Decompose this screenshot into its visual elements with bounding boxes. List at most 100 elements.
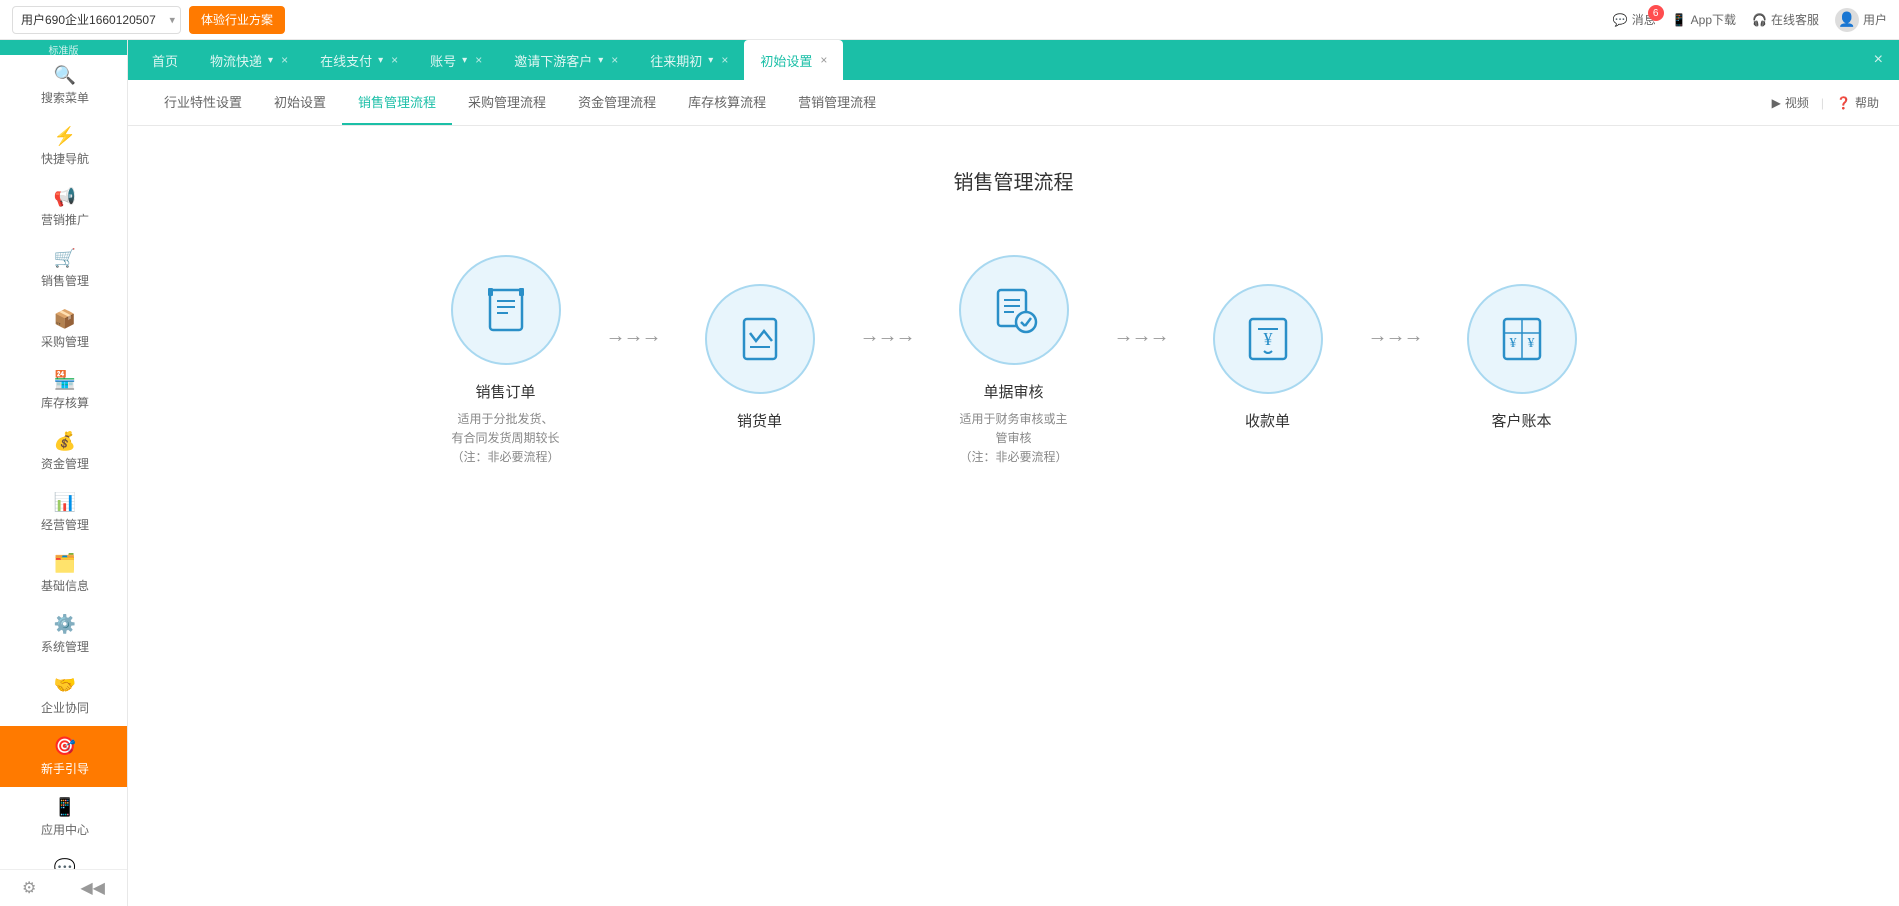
sidebar-item-stock[interactable]: 🏪库存核算 xyxy=(0,360,127,421)
svg-text:¥: ¥ xyxy=(1527,336,1534,351)
flow-steps: 销售订单 适用于分批发货、有合同发货周期较长（注：非必要流程） →→→ 销货单 … xyxy=(148,255,1879,468)
nav-tab-invite[interactable]: 邀请下游客户▾× xyxy=(498,40,634,80)
nav-tab-initial[interactable]: 初始设置 × xyxy=(744,40,843,80)
step-desc-audit: 适用于财务审核或主管审核（注：非必要流程） xyxy=(959,410,1067,468)
video-button[interactable]: ▶ 视频 xyxy=(1772,94,1809,111)
system-icon: ⚙️ xyxy=(54,614,76,635)
user-label: 用户 xyxy=(1863,11,1887,28)
cooperation-icon: 🤝 xyxy=(54,675,76,696)
sales-icon: 🛒 xyxy=(54,248,76,269)
message-icon: 💬 xyxy=(1613,13,1628,27)
sidebar-item-purchase[interactable]: 📦采购管理 xyxy=(0,299,127,360)
nav-tab-account[interactable]: 账号▾× xyxy=(414,40,498,80)
sidebar-label-quicknav: 快捷导航 xyxy=(41,150,89,167)
tab-close-invite[interactable]: × xyxy=(611,53,618,67)
nav-tab-period[interactable]: 往来期初▾× xyxy=(634,40,744,80)
sidebar-item-search[interactable]: 🔍搜索菜单 xyxy=(0,55,127,116)
sub-tab-industry[interactable]: 行业特性设置 xyxy=(148,80,258,125)
sidebar-item-cooperation[interactable]: 🤝 企业协同 xyxy=(0,665,127,726)
sub-tabs: 行业特性设置 初始设置 销售管理流程采购管理流程 资金管理流程 库存核算流程 营销管理流程… xyxy=(128,80,1899,126)
tab-arrow-payment: ▾ xyxy=(378,55,383,66)
sub-tab-initial[interactable]: 初始设置 xyxy=(258,80,342,125)
tab-arrow-logistics: ▾ xyxy=(268,55,273,66)
nav-tab-label-payment: 在线支付 xyxy=(320,51,372,70)
nav-tab-logistics[interactable]: 物流快递 ▾ × xyxy=(194,40,304,80)
help-button[interactable]: ❓ 帮助 xyxy=(1836,94,1879,111)
sidebar-label-appcenter: 应用中心 xyxy=(41,821,89,838)
close-all-button[interactable]: × xyxy=(1866,51,1891,69)
step-name-audit: 单据审核 xyxy=(983,381,1043,402)
sidebar-item-basicinfo[interactable]: 🗂️基础信息 xyxy=(0,543,127,604)
nav-tab-label-home: 首页 xyxy=(152,51,178,70)
step-name-sales-order: 销售订单 xyxy=(475,381,535,402)
sub-tab-label-finance-flow: 资金管理流程 xyxy=(578,95,656,110)
tab-close-logistics[interactable]: × xyxy=(281,53,288,67)
sub-tab-finance-flow[interactable]: 资金管理流程 xyxy=(562,80,672,125)
sub-tab-marketing-flow[interactable]: 营销管理流程 xyxy=(782,80,892,125)
nav-tab-payment[interactable]: 在线支付 ▾ × xyxy=(304,40,414,80)
tab-arrow-account: ▾ xyxy=(462,55,467,66)
step-circle-sales-order xyxy=(451,255,561,365)
flow-step-customer-ledger[interactable]: ¥ ¥ 客户账本 xyxy=(1432,284,1612,439)
sidebar-item-system[interactable]: ⚙️系统管理 xyxy=(0,604,127,665)
nav-tab-label-initial: 初始设置 xyxy=(760,51,812,70)
nav-tab-home[interactable]: 首页 xyxy=(136,40,194,80)
svg-text:¥: ¥ xyxy=(1263,329,1272,349)
sidebar-item-appcenter[interactable]: 📱 应用中心 xyxy=(0,787,127,848)
top-bar-left: 用户690企业1660120507 体验行业方案 xyxy=(12,6,285,34)
sidebar-item-quicknav[interactable]: ⚡快捷导航 xyxy=(0,116,127,177)
flow-step-sales-invoice[interactable]: 销货单 xyxy=(670,284,850,439)
sub-tab-sales-flow[interactable]: 销售管理流程 xyxy=(342,80,452,125)
step-circle-receipt: ¥ xyxy=(1213,284,1323,394)
tab-close-period[interactable]: × xyxy=(721,53,728,67)
tab-close-initial[interactable]: × xyxy=(820,53,827,67)
main-layout: 首页物流快递▾×在线支付▾×账号▾×邀请下游客户▾×往来期初▾×初始设置×× 行… xyxy=(128,40,1899,906)
sub-tab-label-initial: 初始设置 xyxy=(274,95,326,110)
step-circle-sales-invoice xyxy=(705,284,815,394)
appcenter-icon: 📱 xyxy=(54,797,76,818)
content-area: 行业特性设置 初始设置 销售管理流程采购管理流程 资金管理流程 库存核算流程 营销管理流程… xyxy=(128,80,1899,906)
nav-tab-label-period: 往来期初 xyxy=(650,51,702,70)
trial-button[interactable]: 体验行业方案 xyxy=(189,6,285,34)
tab-close-payment[interactable]: × xyxy=(391,53,398,67)
flow-step-receipt[interactable]: ¥ 收款单 xyxy=(1178,284,1358,439)
flow-content: 销售管理流程 销售订单 适用于分批发货、有合同发货周期较长（注：非必要流程） →… xyxy=(128,126,1899,626)
sidebar-item-marketing[interactable]: 📢营销推广 xyxy=(0,177,127,238)
headset-icon: 🎧 xyxy=(1752,13,1767,27)
sidebar-item-sales[interactable]: 🛒销售管理 xyxy=(0,238,127,299)
sidebar-item-wechat[interactable]: 💬企业微信 xyxy=(0,848,127,869)
sub-tab-stock-calc[interactable]: 库存核算流程 xyxy=(672,80,782,125)
sidebar-bottom: ⚙ ◀◀ xyxy=(0,869,127,906)
sidebar-nav: 🔍搜索菜单⚡快捷导航📢营销推广🛒销售管理📦采购管理🏪库存核算💰资金管理📊经营管理… xyxy=(0,55,127,869)
user-item[interactable]: 👤 用户 xyxy=(1835,8,1887,32)
online-service-item[interactable]: 🎧 在线客服 xyxy=(1752,11,1819,28)
flow-arrow-4: →→→ xyxy=(1368,325,1422,348)
svg-text:¥: ¥ xyxy=(1509,336,1516,351)
tab-close-account[interactable]: × xyxy=(475,53,482,67)
message-item[interactable]: 💬 消息 6 xyxy=(1613,11,1656,28)
sidebar-item-operation[interactable]: 📊经营管理 xyxy=(0,482,127,543)
sidebar-item-finance[interactable]: 💰资金管理 xyxy=(0,421,127,482)
flow-arrow-3: →→→ xyxy=(1114,325,1168,348)
sidebar: 畅 畅捷通好生意 标准版 🔍搜索菜单⚡快捷导航📢营销推广🛒销售管理📦采购管理🏪库… xyxy=(0,0,128,906)
user-select[interactable]: 用户690企业1660120507 xyxy=(12,6,181,34)
sidebar-label-basicinfo: 基础信息 xyxy=(41,577,89,594)
flow-step-sales-order[interactable]: 销售订单 适用于分批发货、有合同发货周期较长（注：非必要流程） xyxy=(416,255,596,468)
step-circle-customer-ledger: ¥ ¥ xyxy=(1467,284,1577,394)
sidebar-label-newguide: 新手引导 xyxy=(41,760,89,777)
sidebar-label-cooperation: 企业协同 xyxy=(41,699,89,716)
sub-tab-actions: ▶ 视频 | ❓ 帮助 xyxy=(1772,94,1879,111)
nav-tab-label-logistics: 物流快递 xyxy=(210,51,262,70)
collapse-icon[interactable]: ◀◀ xyxy=(80,878,105,898)
flow-arrow-2: →→→ xyxy=(860,325,914,348)
operation-icon: 📊 xyxy=(54,492,76,513)
app-download-item[interactable]: 📱 App下载 xyxy=(1672,11,1736,28)
play-icon: ▶ xyxy=(1772,96,1781,110)
settings-bottom-icon[interactable]: ⚙ xyxy=(22,878,36,898)
flow-step-audit[interactable]: 单据审核 适用于财务审核或主管审核（注：非必要流程） xyxy=(924,255,1104,468)
sub-tab-label-marketing-flow: 营销管理流程 xyxy=(798,95,876,110)
sidebar-label-purchase: 采购管理 xyxy=(41,333,89,350)
sidebar-item-newguide[interactable]: 🎯新手引导 xyxy=(0,726,127,787)
top-bar-right: 💬 消息 6 📱 App下载 🎧 在线客服 👤 用户 xyxy=(1613,8,1887,32)
sub-tab-purchase-flow[interactable]: 采购管理流程 xyxy=(452,80,562,125)
